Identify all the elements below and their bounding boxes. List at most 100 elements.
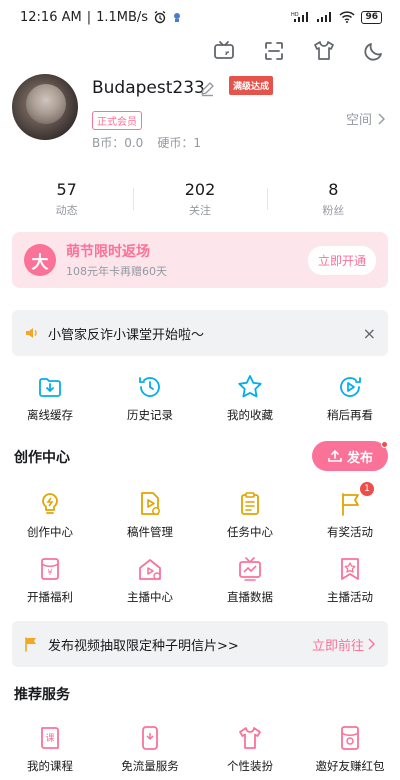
task-icon: [241, 492, 259, 515]
creation-item-streamer-center[interactable]: 主播中心: [100, 555, 200, 605]
service-free-data[interactable]: 免流量服务: [100, 724, 200, 774]
notification-dot: [381, 441, 388, 448]
course-icon: 课: [41, 727, 59, 749]
space-link[interactable]: 空间: [346, 109, 386, 128]
service-my-courses[interactable]: 课 我的课程: [0, 724, 100, 774]
creation-item-label: 开播福利: [27, 590, 73, 604]
creation-item-label: 有奖活动: [327, 525, 373, 539]
battery-indicator: 96: [361, 10, 382, 24]
profile-header: Budapest233 满级达成 正式会员 B币：0.0 硬币：1 空间: [0, 68, 400, 188]
svg-text:课: 课: [45, 733, 54, 744]
quick-action-watch-later[interactable]: 稍后再看: [300, 373, 400, 423]
creation-item-label: 主播中心: [127, 590, 173, 604]
tshirt-icon: [239, 727, 261, 749]
reward-count-badge: 1: [360, 482, 374, 496]
stat-label: 粉丝: [322, 204, 345, 217]
status-bar: 12:16 AM | 1.1MB/s HD 96: [0, 0, 400, 34]
promo-text: 发布视频抽取限定种子明信片>>: [48, 638, 239, 654]
svg-text:HD: HD: [291, 12, 299, 18]
quick-action-label: 我的收藏: [227, 408, 273, 422]
creation-item-center[interactable]: 创作中心: [0, 490, 100, 540]
stat-label: 关注: [188, 204, 211, 217]
stats-bar: 57 动态 202 关注 8 粉丝: [0, 180, 400, 220]
creation-item-rewards[interactable]: 1 有奖活动: [300, 482, 400, 540]
night-mode-icon[interactable]: [362, 39, 386, 63]
service-label: 个性装扮: [227, 759, 273, 773]
quick-action-history[interactable]: 历史记录: [100, 373, 200, 423]
quick-action-label: 稍后再看: [327, 408, 373, 422]
live-data-icon: [239, 557, 261, 581]
service-decoration[interactable]: 个性装扮: [200, 724, 300, 774]
service-label: 免流量服务: [121, 759, 179, 773]
app-notification-icon: [174, 13, 181, 22]
vip-banner-title: 萌节限时返场: [66, 244, 150, 260]
vip-open-button[interactable]: 立即开通: [307, 245, 376, 275]
stat-number: 8: [328, 180, 339, 199]
avatar[interactable]: [12, 74, 78, 140]
stat-number: 202: [184, 180, 216, 199]
vip-banner-subtitle: 108元年卡再赠60天: [66, 265, 167, 278]
promo-bar[interactable]: 发布视频抽取限定种子明信片>> 立即前往: [12, 621, 388, 667]
notice-bar[interactable]: 小管家反诈小课堂开始啦～ ×: [12, 310, 388, 356]
edit-icon[interactable]: [199, 80, 216, 97]
service-label: 邀好友赚红包: [315, 759, 385, 773]
free-data-icon: [142, 726, 158, 750]
creation-grid-row1: 创作中心 稿件管理 任务中心 1 有奖活动: [0, 482, 400, 540]
level-badge: 满级达成: [229, 76, 274, 95]
star-icon: [238, 375, 262, 398]
status-time: 12:16 AM: [20, 9, 82, 25]
creation-item-label: 直播数据: [227, 590, 273, 604]
flag-icon: [25, 637, 36, 652]
download-folder-icon: [39, 378, 61, 397]
coin-balance: 硬币：1: [157, 136, 201, 150]
chevron-right-icon: [378, 113, 385, 124]
coin-info: B币：0.0 硬币：1: [92, 134, 201, 151]
quick-action-label: 历史记录: [127, 408, 173, 422]
vip-promo-banner[interactable]: 大 萌节限时返场 108元年卡再赠60天 立即开通: [12, 232, 388, 288]
creation-item-live-welfare[interactable]: ¥ 开播福利: [0, 555, 100, 605]
service-label: 我的课程: [27, 759, 73, 773]
service-invite-friends[interactable]: 邀好友赚红包: [300, 724, 400, 774]
speaker-icon: [26, 328, 37, 338]
lightbulb-icon: [42, 493, 58, 514]
alarm-icon: [154, 10, 166, 24]
promo-link-label: 立即前往: [311, 638, 364, 654]
quick-action-label: 离线缓存: [27, 408, 73, 422]
stat-fans[interactable]: 8 粉丝: [266, 180, 400, 220]
notice-text: 小管家反诈小课堂开始啦～: [48, 327, 205, 343]
live-gift-icon: ¥: [41, 558, 59, 580]
top-toolbar: [0, 34, 400, 68]
bcoin-balance: B币：0.0: [92, 136, 144, 150]
manuscript-icon: [141, 492, 160, 515]
close-icon[interactable]: ×: [363, 324, 376, 343]
creation-item-label: 创作中心: [27, 525, 73, 539]
hd-signal-icon: HD: [291, 12, 309, 22]
upload-icon: [328, 449, 342, 462]
vip-badge[interactable]: 正式会员: [92, 111, 142, 130]
creation-item-label: 主播活动: [327, 590, 373, 604]
creation-item-label: 稿件管理: [127, 525, 173, 539]
red-packet-icon: [341, 726, 359, 750]
creation-item-live-data[interactable]: 直播数据: [200, 555, 300, 605]
stat-following[interactable]: 202 关注: [133, 180, 266, 220]
quick-action-favorites[interactable]: 我的收藏: [200, 373, 300, 423]
services-grid: 课 我的课程 免流量服务 个性装扮 邀好友赚红包: [0, 724, 400, 774]
stat-dynamics[interactable]: 57 动态: [0, 180, 133, 220]
wifi-icon: [339, 11, 355, 23]
creation-grid-row2: ¥ 开播福利 主播中心 直播数据 主播活动: [0, 555, 400, 605]
creation-item-manuscripts[interactable]: 稿件管理: [100, 490, 200, 540]
quick-actions-grid: 离线缓存 历史记录 我的收藏 稍后再看: [0, 373, 400, 423]
quick-action-offline-cache[interactable]: 离线缓存: [0, 373, 100, 423]
username[interactable]: Budapest233: [92, 78, 205, 98]
space-label: 空间: [345, 113, 372, 128]
vip-logo-icon: 大: [24, 244, 56, 276]
outfit-icon[interactable]: [312, 39, 336, 63]
publish-button[interactable]: 发布: [312, 441, 388, 471]
creation-item-label: 任务中心: [227, 525, 273, 539]
creation-item-streamer-events[interactable]: 主播活动: [300, 555, 400, 605]
history-icon: [139, 377, 160, 397]
tv-cast-icon[interactable]: [212, 39, 236, 63]
promo-go-link[interactable]: 立即前往: [312, 635, 376, 654]
scan-icon[interactable]: [262, 39, 286, 63]
creation-item-tasks[interactable]: 任务中心: [200, 490, 300, 540]
